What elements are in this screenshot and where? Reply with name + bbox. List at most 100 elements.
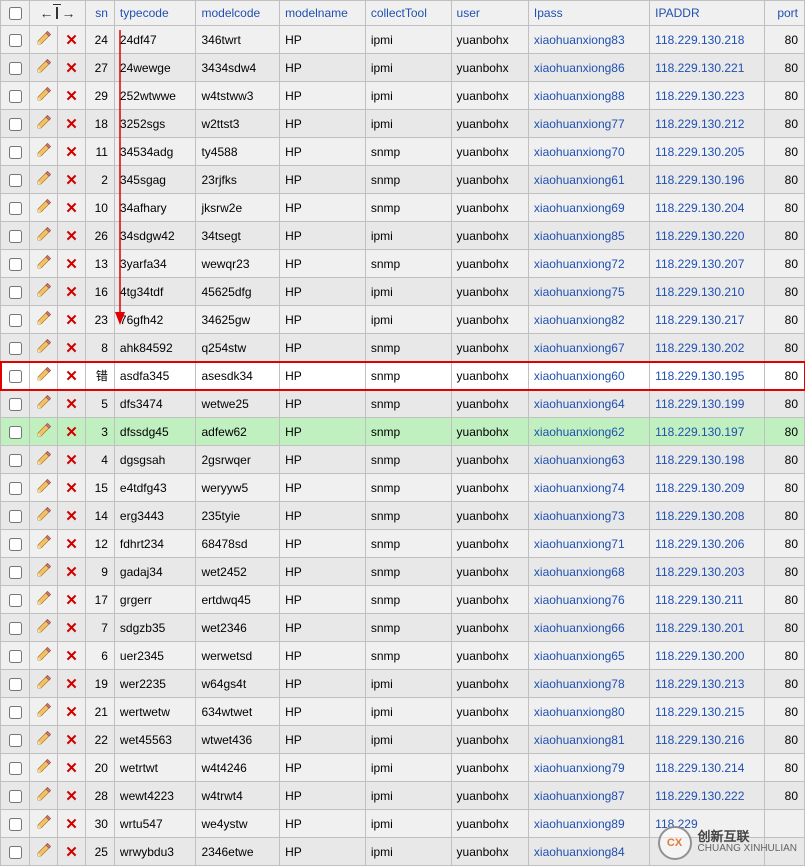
- table-row[interactable]: ✕ 12 fdhrt234 68478sd HP snmp yuanbohx x…: [1, 530, 805, 558]
- cell-ipass[interactable]: xiaohuanxiong88: [528, 82, 649, 110]
- row-checkbox[interactable]: [9, 762, 22, 775]
- cell-ipass[interactable]: xiaohuanxiong74: [528, 474, 649, 502]
- edit-icon[interactable]: [36, 198, 52, 214]
- edit-icon[interactable]: [36, 534, 52, 550]
- delete-icon[interactable]: ✕: [65, 479, 78, 497]
- header-user[interactable]: user: [451, 1, 528, 26]
- edit-icon[interactable]: [36, 730, 52, 746]
- cell-ipass[interactable]: xiaohuanxiong75: [528, 278, 649, 306]
- row-checkbox[interactable]: [9, 398, 22, 411]
- cell-ipaddr[interactable]: 118.229.130.199: [650, 390, 765, 418]
- delete-icon[interactable]: ✕: [65, 619, 78, 637]
- cell-ipaddr[interactable]: 118.229.130.208: [650, 502, 765, 530]
- row-checkbox[interactable]: [9, 258, 22, 271]
- edit-icon[interactable]: [36, 422, 52, 438]
- table-row[interactable]: ✕ 6 uer2345 werwetsd HP snmp yuanbohx xi…: [1, 642, 805, 670]
- table-row[interactable]: ✕ 错 asdfa345 asesdk34 HP snmp yuanbohx x…: [1, 362, 805, 390]
- row-checkbox[interactable]: [9, 426, 22, 439]
- edit-icon[interactable]: [36, 618, 52, 634]
- select-all-checkbox[interactable]: [9, 7, 22, 20]
- cell-ipaddr[interactable]: 118.229.130.204: [650, 194, 765, 222]
- edit-icon[interactable]: [36, 254, 52, 270]
- edit-icon[interactable]: [36, 226, 52, 242]
- table-row[interactable]: ✕ 19 wer2235 w64gs4t HP ipmi yuanbohx xi…: [1, 670, 805, 698]
- edit-icon[interactable]: [36, 170, 52, 186]
- cell-ipass[interactable]: xiaohuanxiong89: [528, 810, 649, 838]
- move-right-icon[interactable]: [61, 5, 75, 21]
- cell-ipass[interactable]: xiaohuanxiong62: [528, 418, 649, 446]
- cell-ipass[interactable]: xiaohuanxiong83: [528, 26, 649, 54]
- row-checkbox[interactable]: [9, 678, 22, 691]
- cell-ipass[interactable]: xiaohuanxiong86: [528, 54, 649, 82]
- cell-ipaddr[interactable]: 118.229.130.203: [650, 558, 765, 586]
- delete-icon[interactable]: ✕: [65, 423, 78, 441]
- cell-ipaddr[interactable]: 118.229.130.221: [650, 54, 765, 82]
- header-modelcode[interactable]: modelcode: [196, 1, 280, 26]
- cell-ipaddr[interactable]: 118.229.130.211: [650, 586, 765, 614]
- edit-icon[interactable]: [36, 338, 52, 354]
- cell-ipaddr[interactable]: 118.229.130.223: [650, 82, 765, 110]
- cell-ipass[interactable]: xiaohuanxiong67: [528, 334, 649, 362]
- cell-ipass[interactable]: xiaohuanxiong80: [528, 698, 649, 726]
- cell-ipass[interactable]: xiaohuanxiong69: [528, 194, 649, 222]
- cell-ipaddr[interactable]: 118.229.130.198: [650, 446, 765, 474]
- edit-icon[interactable]: [36, 842, 52, 858]
- delete-icon[interactable]: ✕: [65, 815, 78, 833]
- cell-ipass[interactable]: xiaohuanxiong87: [528, 782, 649, 810]
- header-sn[interactable]: sn: [85, 1, 114, 26]
- header-collecttool[interactable]: collectTool: [365, 1, 451, 26]
- table-row[interactable]: ✕ 15 e4tdfg43 weryyw5 HP snmp yuanbohx x…: [1, 474, 805, 502]
- cell-ipaddr[interactable]: 118.229.130.201: [650, 614, 765, 642]
- cell-ipaddr[interactable]: 118.229.130.216: [650, 726, 765, 754]
- table-row[interactable]: ✕ 21 wertwetw 634wtwet HP ipmi yuanbohx …: [1, 698, 805, 726]
- table-row[interactable]: ✕ 5 dfs3474 wetwe25 HP snmp yuanbohx xia…: [1, 390, 805, 418]
- delete-icon[interactable]: ✕: [65, 199, 78, 217]
- row-checkbox[interactable]: [9, 734, 22, 747]
- delete-icon[interactable]: ✕: [65, 31, 78, 49]
- cell-ipass[interactable]: xiaohuanxiong73: [528, 502, 649, 530]
- table-row[interactable]: ✕ 2 345sgag 23rjfks HP snmp yuanbohx xia…: [1, 166, 805, 194]
- delete-icon[interactable]: ✕: [65, 703, 78, 721]
- cell-ipass[interactable]: xiaohuanxiong77: [528, 110, 649, 138]
- edit-icon[interactable]: [36, 674, 52, 690]
- row-checkbox[interactable]: [9, 286, 22, 299]
- cell-ipass[interactable]: xiaohuanxiong82: [528, 306, 649, 334]
- edit-icon[interactable]: [36, 310, 52, 326]
- cell-ipaddr[interactable]: 118.229.130.206: [650, 530, 765, 558]
- delete-icon[interactable]: ✕: [65, 591, 78, 609]
- delete-icon[interactable]: ✕: [65, 787, 78, 805]
- header-ipaddr[interactable]: IPADDR: [650, 1, 765, 26]
- cell-ipaddr[interactable]: 118.229.130.214: [650, 754, 765, 782]
- edit-icon[interactable]: [36, 702, 52, 718]
- cell-ipass[interactable]: xiaohuanxiong71: [528, 530, 649, 558]
- delete-icon[interactable]: ✕: [65, 143, 78, 161]
- delete-icon[interactable]: ✕: [65, 59, 78, 77]
- edit-icon[interactable]: [36, 478, 52, 494]
- cell-ipass[interactable]: xiaohuanxiong63: [528, 446, 649, 474]
- cell-ipass[interactable]: xiaohuanxiong60: [528, 362, 649, 390]
- row-checkbox[interactable]: [9, 818, 22, 831]
- row-checkbox[interactable]: [9, 538, 22, 551]
- table-row[interactable]: ✕ 14 erg3443 235tyie HP snmp yuanbohx xi…: [1, 502, 805, 530]
- cell-ipass[interactable]: xiaohuanxiong81: [528, 726, 649, 754]
- row-checkbox[interactable]: [9, 846, 22, 859]
- cell-ipass[interactable]: xiaohuanxiong78: [528, 670, 649, 698]
- edit-icon[interactable]: [36, 506, 52, 522]
- cell-ipass[interactable]: xiaohuanxiong64: [528, 390, 649, 418]
- edit-icon[interactable]: [36, 814, 52, 830]
- edit-icon[interactable]: [36, 114, 52, 130]
- table-row[interactable]: ✕ 11 34534adg ty4588 HP snmp yuanbohx xi…: [1, 138, 805, 166]
- edit-icon[interactable]: [36, 58, 52, 74]
- cell-ipaddr[interactable]: 118.229.130.213: [650, 670, 765, 698]
- delete-icon[interactable]: ✕: [65, 227, 78, 245]
- delete-icon[interactable]: ✕: [65, 339, 78, 357]
- cell-ipass[interactable]: xiaohuanxiong70: [528, 138, 649, 166]
- row-checkbox[interactable]: [9, 230, 22, 243]
- cell-ipass[interactable]: xiaohuanxiong65: [528, 642, 649, 670]
- delete-icon[interactable]: ✕: [65, 451, 78, 469]
- delete-icon[interactable]: ✕: [65, 87, 78, 105]
- row-checkbox[interactable]: [9, 482, 22, 495]
- cell-ipaddr[interactable]: 118.229.130.196: [650, 166, 765, 194]
- table-row[interactable]: ✕ 10 34afhary jksrw2e HP snmp yuanbohx x…: [1, 194, 805, 222]
- cell-ipass[interactable]: xiaohuanxiong68: [528, 558, 649, 586]
